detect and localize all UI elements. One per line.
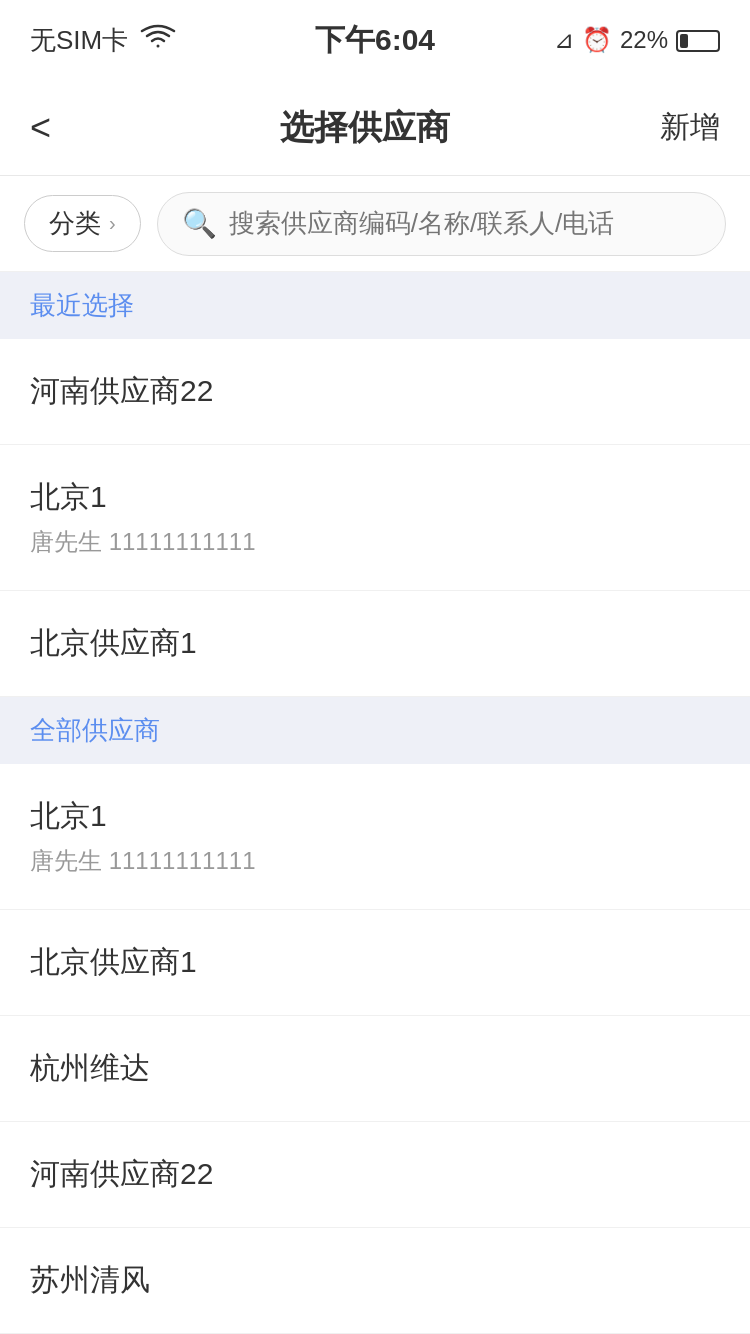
add-button[interactable]: 新增 bbox=[640, 107, 720, 148]
carrier-label: 无SIM卡 bbox=[30, 23, 128, 58]
status-left: 无SIM卡 bbox=[30, 23, 176, 58]
list-item[interactable]: 北京1 唐先生 11111111111 bbox=[0, 445, 750, 591]
list-item[interactable]: 河南供应商22 bbox=[0, 1122, 750, 1228]
item-sub: 唐先生 11111111111 bbox=[30, 526, 720, 558]
item-name: 北京1 bbox=[30, 477, 720, 518]
filter-bar: 分类 › 🔍 bbox=[0, 176, 750, 272]
battery-percent: 22% bbox=[620, 26, 668, 54]
back-button[interactable]: < bbox=[30, 107, 90, 149]
list-item[interactable]: 苏州清风 bbox=[0, 1228, 750, 1334]
battery-icon bbox=[676, 26, 720, 54]
list-item[interactable]: 杭州维达 bbox=[0, 1016, 750, 1122]
item-name: 苏州清风 bbox=[30, 1260, 720, 1301]
item-name: 河南供应商22 bbox=[30, 1154, 720, 1195]
category-label: 分类 bbox=[49, 206, 101, 241]
all-section-label: 全部供应商 bbox=[30, 715, 160, 745]
category-button[interactable]: 分类 › bbox=[24, 195, 141, 252]
all-section-header: 全部供应商 bbox=[0, 697, 750, 764]
list-item[interactable]: 河南供应商22 bbox=[0, 339, 750, 445]
list-item[interactable]: 北京1 唐先生 11111111111 bbox=[0, 764, 750, 910]
item-name: 杭州维达 bbox=[30, 1048, 720, 1089]
item-name: 北京供应商1 bbox=[30, 623, 720, 664]
item-sub: 唐先生 11111111111 bbox=[30, 845, 720, 877]
wifi-icon bbox=[140, 24, 176, 57]
search-icon: 🔍 bbox=[182, 207, 217, 240]
location-icon: ⊿ bbox=[554, 26, 574, 54]
list-item[interactable]: 北京供应商1 bbox=[0, 910, 750, 1016]
status-right: ⊿ ⏰ 22% bbox=[554, 26, 720, 54]
alarm-icon: ⏰ bbox=[582, 26, 612, 54]
item-name: 北京1 bbox=[30, 796, 720, 837]
recent-section-label: 最近选择 bbox=[30, 290, 134, 320]
item-name: 河南供应商22 bbox=[30, 371, 720, 412]
list-item[interactable]: 北京供应商1 bbox=[0, 591, 750, 697]
all-list: 北京1 唐先生 11111111111 北京供应商1 杭州维达河南供应商22 苏州清风 bbox=[0, 764, 750, 1334]
recent-section-header: 最近选择 bbox=[0, 272, 750, 339]
chevron-right-icon: › bbox=[109, 212, 116, 235]
recent-list: 河南供应商22 北京1 唐先生 11111111111 北京供应商1 bbox=[0, 339, 750, 697]
page-title: 选择供应商 bbox=[90, 105, 640, 151]
search-input[interactable] bbox=[229, 208, 701, 239]
status-bar: 无SIM卡 下午6:04 ⊿ ⏰ 22% bbox=[0, 0, 750, 80]
status-time: 下午6:04 bbox=[315, 20, 435, 61]
search-box: 🔍 bbox=[157, 192, 726, 256]
item-name: 北京供应商1 bbox=[30, 942, 720, 983]
nav-bar: < 选择供应商 新增 bbox=[0, 80, 750, 176]
